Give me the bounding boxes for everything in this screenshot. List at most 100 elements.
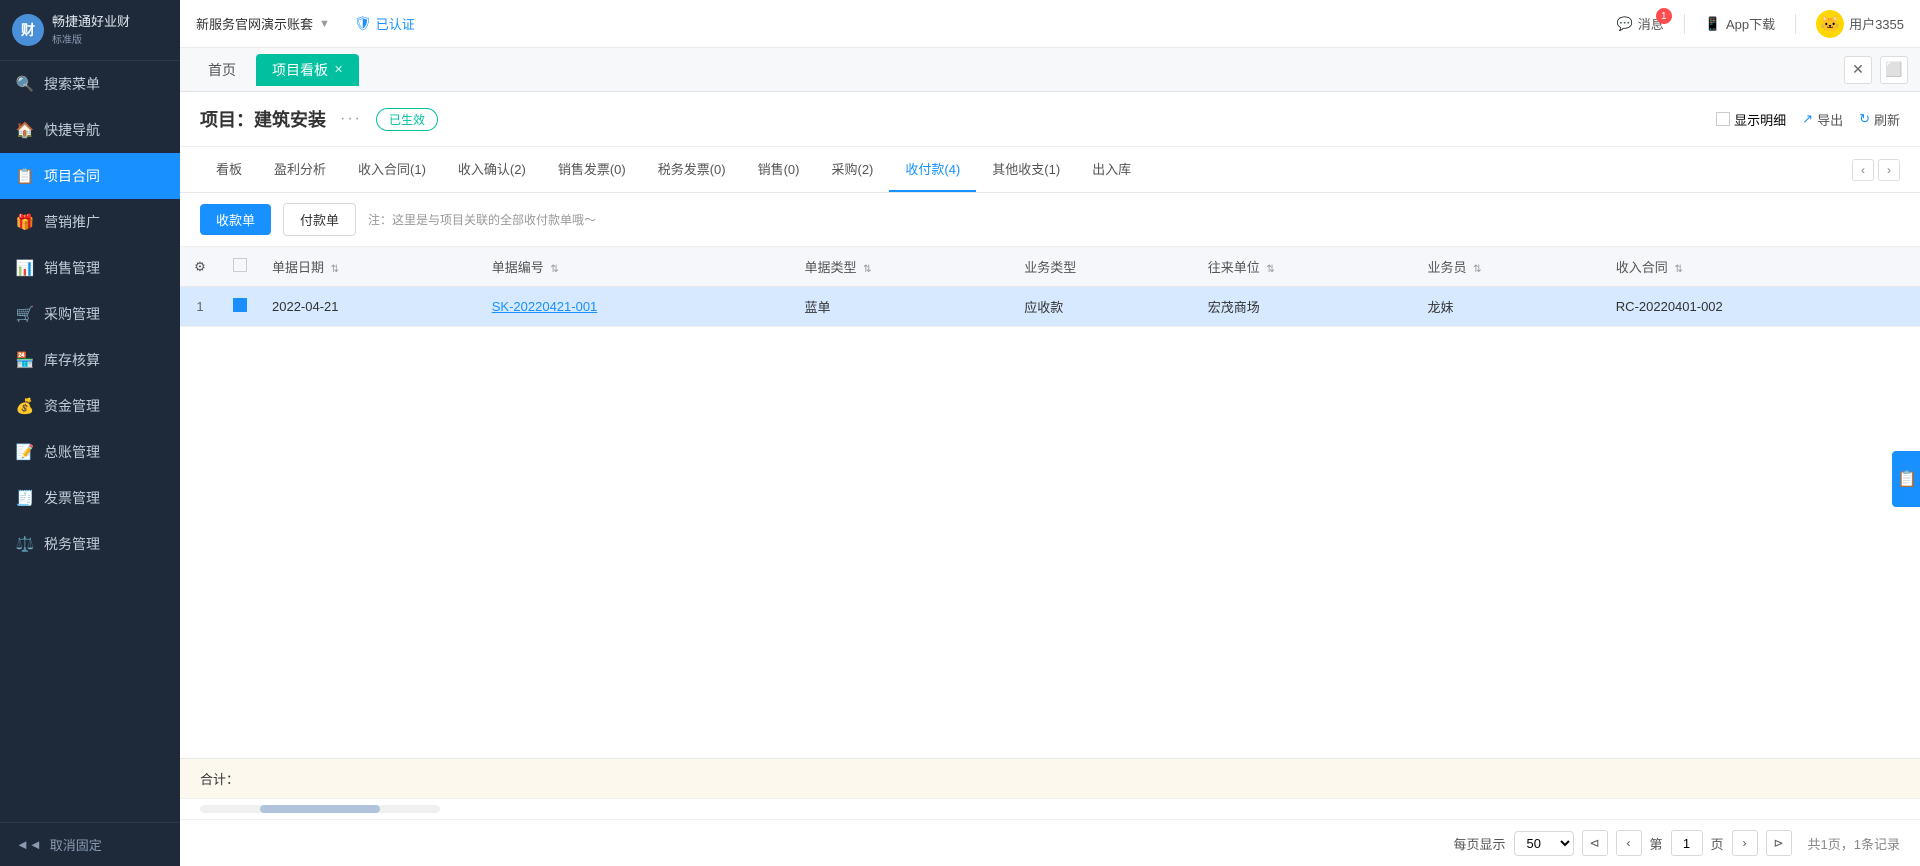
sub-tab-profit-label: 盈利分析 <box>274 162 326 177</box>
sidebar-item-purchase[interactable]: 🛒 采购管理 <box>0 291 180 337</box>
float-panel-button[interactable]: 📋 <box>1892 451 1920 507</box>
sub-tab-income-contract-label: 收入合同(1) <box>358 162 426 177</box>
sub-tab-purchase[interactable]: 采购(2) <box>815 147 889 192</box>
logo-icon: 财 <box>12 14 44 46</box>
sidebar-item-project[interactable]: 📋 项目合同 <box>0 153 180 199</box>
row-doc-type: 蓝单 <box>792 287 1012 327</box>
select-all-checkbox[interactable] <box>233 258 247 272</box>
sub-tab-collection[interactable]: 收付款(4) <box>889 147 976 192</box>
logo-title: 畅捷通好业财 <box>52 14 130 31</box>
workspace-selector[interactable]: 新服务官网演示账套 ▼ <box>196 14 330 33</box>
doc-type-label: 单据类型 <box>804 260 856 275</box>
sidebar-item-sales[interactable]: 📊 销售管理 <box>0 245 180 291</box>
chart-icon: 📊 <box>16 259 34 277</box>
tab-home[interactable]: 首页 <box>192 54 252 86</box>
checkbox-column-header[interactable] <box>220 247 260 287</box>
sidebar-item-marketing[interactable]: 🎁 营销推广 <box>0 199 180 245</box>
table-scrollbar-row <box>180 798 1920 819</box>
tab-project-board[interactable]: 项目看板 ✕ <box>256 54 359 86</box>
pagination: 每页显示 50 20 100 ⊲ ‹ 第 页 › ⊳ 共1页，1条记录 <box>180 819 1920 866</box>
export-label: 导出 <box>1817 110 1843 129</box>
sub-tabs-nav: ‹ › <box>1852 159 1900 181</box>
show-detail-label: 显示明细 <box>1734 110 1786 129</box>
close-window-button[interactable]: ✕ <box>1844 56 1872 84</box>
sidebar-item-label: 搜索菜单 <box>44 74 100 94</box>
page-size-select[interactable]: 50 20 100 <box>1514 831 1574 856</box>
doc-date-column-header[interactable]: 单据日期 ⇅ <box>260 247 480 287</box>
sidebar-item-fund[interactable]: 💰 资金管理 <box>0 383 180 429</box>
sidebar-nav: 🔍 搜索菜单 🏠 快捷导航 📋 项目合同 🎁 营销推广 📊 销售管理 🛒 采购管… <box>0 61 180 822</box>
toolbar-row: 收款单 付款单 注：这里是与项目关联的全部收付款单哦～ <box>180 193 1920 247</box>
biz-type-column-header: 业务类型 <box>1012 247 1196 287</box>
maximize-window-button[interactable]: ⬜ <box>1880 56 1908 84</box>
sidebar-item-label: 采购管理 <box>44 304 100 324</box>
content-area: 项目：建筑安装 ··· 已生效 显示明细 ↗ 导出 ↻ 刷新 <box>180 92 1920 866</box>
sidebar-unpin-button[interactable]: ◄◄ 取消固定 <box>0 822 180 866</box>
row-doc-no[interactable]: SK-20220421-001 <box>480 287 793 327</box>
sub-tab-kanban[interactable]: 看板 <box>200 147 258 192</box>
sub-tabs-next-button[interactable]: › <box>1878 159 1900 181</box>
sub-tab-income-confirm-label: 收入确认(2) <box>458 162 526 177</box>
sub-tab-profit[interactable]: 盈利分析 <box>258 147 342 192</box>
scrollbar-thumb[interactable] <box>260 805 380 813</box>
first-page-button[interactable]: ⊲ <box>1582 830 1608 856</box>
row-checkbox-cell[interactable] <box>220 287 260 327</box>
page-total-label: 共1页，1条记录 <box>1808 834 1900 853</box>
sidebar-item-search[interactable]: 🔍 搜索菜单 <box>0 61 180 107</box>
last-page-button[interactable]: ⊳ <box>1766 830 1792 856</box>
sidebar: 财 畅捷通好业财 标准版 🔍 搜索菜单 🏠 快捷导航 📋 项目合同 🎁 营销推广… <box>0 0 180 866</box>
page-number-input[interactable] <box>1671 830 1703 856</box>
refresh-icon: ↻ <box>1859 111 1870 127</box>
doc-no-column-header[interactable]: 单据编号 ⇅ <box>480 247 793 287</box>
detail-checkbox[interactable] <box>1716 112 1730 126</box>
phone-icon: 📱 <box>1705 16 1721 32</box>
partner-column-header[interactable]: 往来单位 ⇅ <box>1196 247 1416 287</box>
sidebar-item-quicknav[interactable]: 🏠 快捷导航 <box>0 107 180 153</box>
table-row[interactable]: 1 2022-04-21 SK-20220421-001 蓝单 应收款 宏茂商场… <box>180 287 1920 327</box>
sidebar-item-tax[interactable]: ⚖️ 税务管理 <box>0 521 180 567</box>
row-checkbox[interactable] <box>233 298 247 312</box>
row-number: 1 <box>180 287 220 327</box>
sidebar-item-invoice[interactable]: 🧾 发票管理 <box>0 475 180 521</box>
doc-no-link[interactable]: SK-20220421-001 <box>492 299 598 314</box>
payment-order-button[interactable]: 付款单 <box>283 203 356 236</box>
doc-type-column-header[interactable]: 单据类型 ⇅ <box>792 247 1012 287</box>
message-button[interactable]: 💬 消息 1 <box>1617 14 1664 33</box>
sub-tabs: 看板 盈利分析 收入合同(1) 收入确认(2) 销售发票(0) 税务发票(0) … <box>180 147 1920 193</box>
sub-tab-other-expense[interactable]: 其他收支(1) <box>976 147 1076 192</box>
sub-tab-sales-invoice[interactable]: 销售发票(0) <box>542 147 642 192</box>
show-detail-toggle[interactable]: 显示明细 <box>1716 110 1786 129</box>
row-partner: 宏茂商场 <box>1196 287 1416 327</box>
project-menu-icon[interactable]: ··· <box>340 110 362 128</box>
sub-tabs-prev-button[interactable]: ‹ <box>1852 159 1874 181</box>
tab-home-label: 首页 <box>208 60 236 80</box>
sub-tab-tax-invoice[interactable]: 税务发票(0) <box>642 147 742 192</box>
app-label: App下载 <box>1726 14 1775 33</box>
sub-tab-sales[interactable]: 销售(0) <box>742 147 816 192</box>
topbar-right: 💬 消息 1 📱 App下载 🐱 用户3355 <box>1617 10 1904 38</box>
collection-order-button[interactable]: 收款单 <box>200 204 271 235</box>
user-label: 用户3355 <box>1849 14 1904 33</box>
tab-close-icon[interactable]: ✕ <box>334 63 343 76</box>
sidebar-item-label: 快捷导航 <box>44 120 100 140</box>
sub-tab-income-confirm[interactable]: 收入确认(2) <box>442 147 542 192</box>
user-menu-button[interactable]: 🐱 用户3355 <box>1816 10 1904 38</box>
sub-tab-stock-inout-label: 出入库 <box>1092 162 1131 177</box>
sub-tab-kanban-label: 看板 <box>216 162 242 177</box>
salesperson-column-header[interactable]: 业务员 ⇅ <box>1415 247 1603 287</box>
app-download-button[interactable]: 📱 App下载 <box>1705 14 1775 33</box>
refresh-button[interactable]: ↻ 刷新 <box>1859 110 1900 129</box>
sidebar-item-inventory[interactable]: 🏪 库存核算 <box>0 337 180 383</box>
sub-tab-other-expense-label: 其他收支(1) <box>992 162 1060 177</box>
prev-page-button[interactable]: ‹ <box>1616 830 1642 856</box>
sub-tab-income-contract[interactable]: 收入合同(1) <box>342 147 442 192</box>
sidebar-item-label: 库存核算 <box>44 350 100 370</box>
next-page-button[interactable]: › <box>1732 830 1758 856</box>
export-button[interactable]: ↗ 导出 <box>1802 110 1843 129</box>
table-footer: 合计： <box>180 758 1920 798</box>
settings-column-header[interactable]: ⚙ <box>180 247 220 287</box>
sidebar-item-ledger[interactable]: 📝 总账管理 <box>0 429 180 475</box>
income-contract-column-header[interactable]: 收入合同 ⇅ <box>1604 247 1920 287</box>
sub-tab-stock-inout[interactable]: 出入库 <box>1076 147 1147 192</box>
message-badge: 1 <box>1656 8 1672 24</box>
